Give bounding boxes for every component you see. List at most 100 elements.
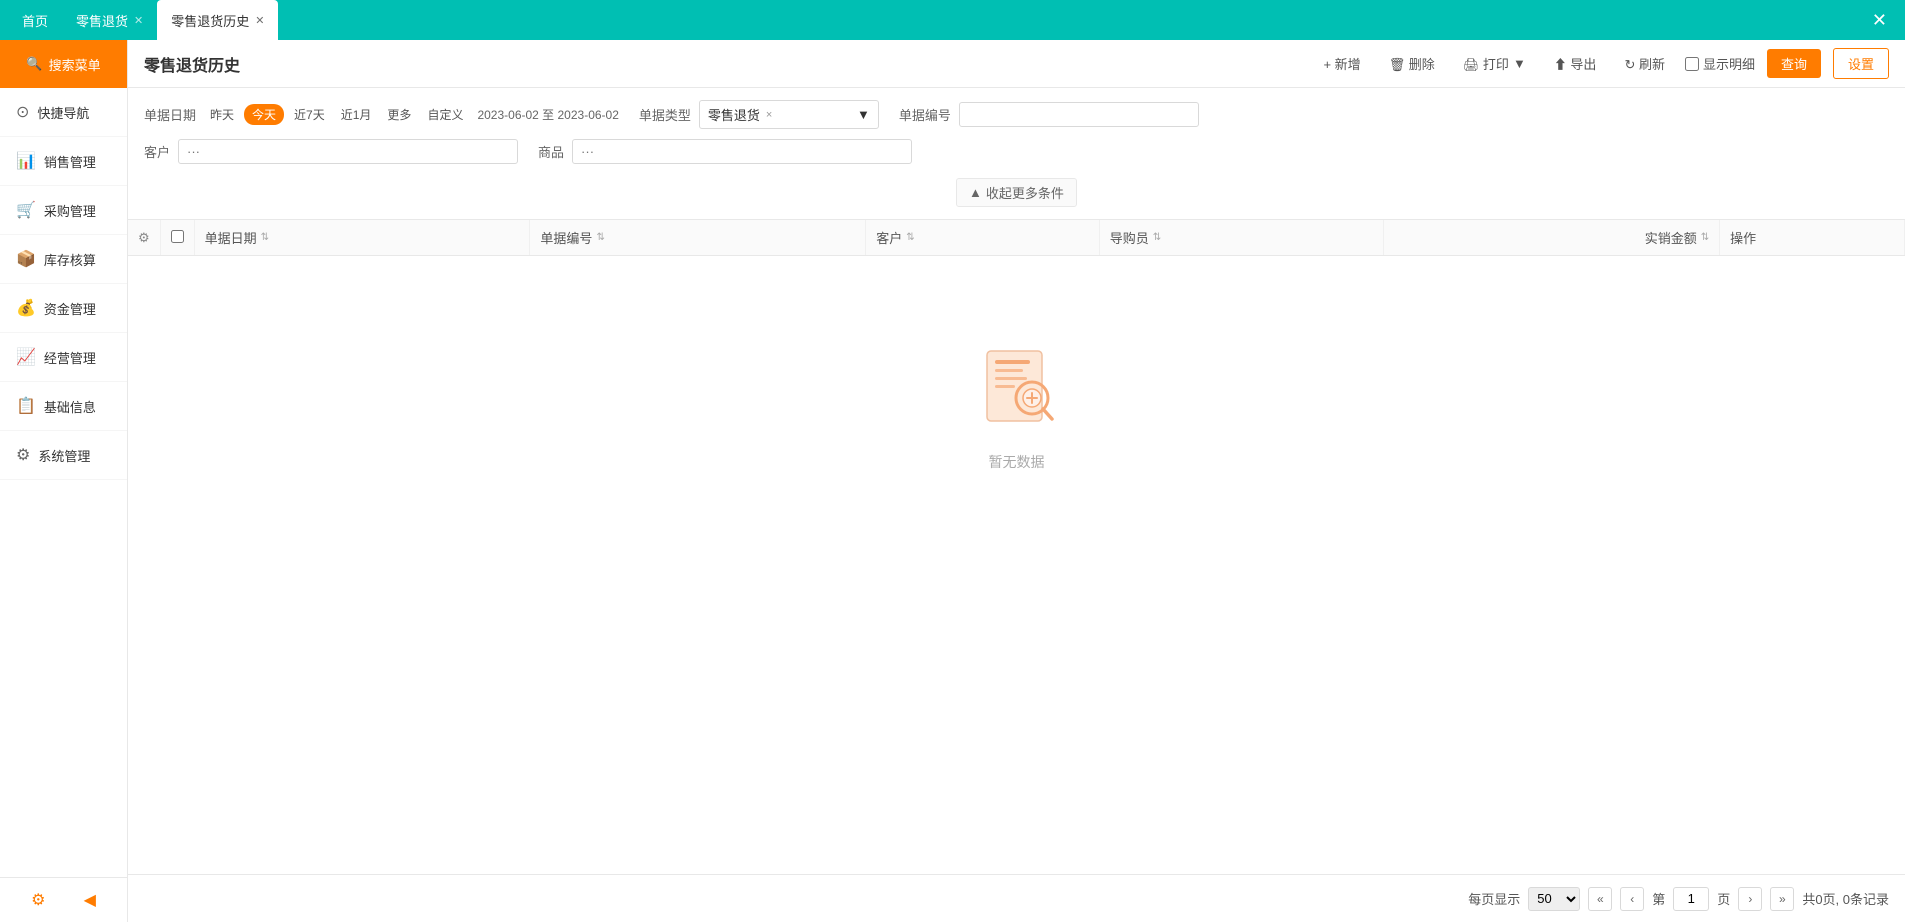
- sidebar-item-quick-nav[interactable]: ⊙ 快捷导航: [0, 88, 127, 137]
- select-all-checkbox[interactable]: [171, 230, 184, 243]
- collapse-row: ▲ 收起更多条件: [144, 174, 1889, 207]
- display-detail-checkbox-label[interactable]: 显示明细: [1685, 54, 1755, 73]
- tab-retail-return[interactable]: 零售退货 ✕: [62, 0, 157, 40]
- th-customer-label: 客户: [876, 228, 902, 247]
- th-doc-date: 单据日期 ⇅: [194, 220, 530, 256]
- sidebar-item-label: 采购管理: [44, 201, 96, 220]
- sidebar-item-label: 系统管理: [38, 446, 90, 465]
- sort-doc-date-icon[interactable]: ⇅: [261, 232, 269, 243]
- date-7days[interactable]: 近7天: [288, 104, 331, 125]
- setting-button[interactable]: 设置: [1833, 48, 1889, 79]
- date-filter-label: 单据日期: [144, 105, 196, 124]
- doc-no-label: 单据编号: [899, 105, 951, 124]
- sales-icon: 📊: [16, 151, 36, 171]
- doc-no-input[interactable]: [959, 102, 1199, 127]
- th-action-label: 操作: [1730, 231, 1756, 246]
- th-checkbox: [160, 220, 194, 256]
- sidebar-item-inventory[interactable]: 📦 库存核算: [0, 235, 127, 284]
- goods-input[interactable]: [572, 139, 912, 164]
- date-range-value: 2023-06-02 至 2023-06-02: [477, 106, 618, 123]
- per-page-select[interactable]: 50 100 200: [1528, 887, 1580, 911]
- main-layout: 🔍 搜索菜单 ⊙ 快捷导航 📊 销售管理 🛒 采购管理 📦 库存核算 💰 资金管…: [0, 40, 1905, 922]
- query-button[interactable]: 查询: [1767, 49, 1821, 78]
- data-table: ⚙ 单据日期 ⇅ 单据编号: [128, 220, 1905, 256]
- sidebar-item-finance[interactable]: 💰 资金管理: [0, 284, 127, 333]
- doc-no-filter: 单据编号: [899, 102, 1199, 127]
- sidebar-item-sales[interactable]: 📊 销售管理: [0, 137, 127, 186]
- page-input[interactable]: [1673, 887, 1709, 911]
- table-header: ⚙ 单据日期 ⇅ 单据编号: [128, 220, 1905, 256]
- total-info: 共0页, 0条记录: [1802, 889, 1889, 908]
- sidebar-settings-button[interactable]: ⚙: [31, 890, 45, 910]
- print-button[interactable]: 🖨 打印 ▼: [1455, 50, 1534, 77]
- operations-icon: 📈: [16, 347, 36, 367]
- sidebar-toggle-button[interactable]: ◀: [84, 890, 96, 910]
- refresh-button[interactable]: ↻ 刷新: [1616, 50, 1673, 77]
- date-today[interactable]: 今天: [244, 104, 284, 125]
- sort-customer-icon[interactable]: ⇅: [906, 232, 914, 243]
- delete-button[interactable]: 🗑 删除: [1381, 50, 1443, 77]
- empty-state: 暂无数据: [128, 256, 1905, 552]
- sidebar-item-operations[interactable]: 📈 经营管理: [0, 333, 127, 382]
- sidebar-item-system[interactable]: ⚙ 系统管理: [0, 431, 127, 480]
- customer-input[interactable]: [178, 139, 518, 164]
- sort-amount-icon[interactable]: ⇅: [1701, 232, 1709, 243]
- date-1month[interactable]: 近1月: [335, 104, 378, 125]
- display-detail-checkbox[interactable]: [1685, 57, 1699, 71]
- sort-doc-no-icon[interactable]: ⇅: [596, 232, 604, 243]
- customer-filter: 客户: [144, 139, 518, 164]
- last-page-button[interactable]: »: [1770, 887, 1794, 911]
- sidebar-item-basic-info[interactable]: 📋 基础信息: [0, 382, 127, 431]
- sidebar: 🔍 搜索菜单 ⊙ 快捷导航 📊 销售管理 🛒 采购管理 📦 库存核算 💰 资金管…: [0, 40, 128, 922]
- date-options: 昨天 今天 近7天 近1月 更多 自定义: [204, 104, 469, 125]
- th-action: 操作: [1720, 220, 1905, 256]
- page-title: 零售退货历史: [144, 52, 240, 76]
- date-yesterday[interactable]: 昨天: [204, 104, 240, 125]
- sidebar-item-purchase[interactable]: 🛒 采购管理: [0, 186, 127, 235]
- th-doc-no: 单据编号 ⇅: [530, 220, 866, 256]
- purchase-icon: 🛒: [16, 200, 36, 220]
- date-custom[interactable]: 自定义: [421, 104, 469, 125]
- th-amount: 实销金额 ⇅: [1384, 220, 1720, 256]
- empty-text: 暂无数据: [989, 452, 1045, 472]
- basic-info-icon: 📋: [16, 396, 36, 416]
- collapse-button[interactable]: ▲ 收起更多条件: [956, 178, 1077, 207]
- print-dropdown-icon: ▼: [1513, 56, 1526, 71]
- doc-type-select[interactable]: 零售退货 × ▼: [699, 100, 879, 129]
- th-settings: ⚙: [128, 220, 160, 256]
- first-page-button[interactable]: «: [1588, 887, 1612, 911]
- gear-icon[interactable]: ⚙: [138, 230, 150, 245]
- collapse-label: 收起更多条件: [986, 183, 1064, 202]
- tab-retail-return-close[interactable]: ✕: [134, 14, 143, 27]
- inventory-icon: 📦: [16, 249, 36, 269]
- sidebar-item-label: 基础信息: [44, 397, 96, 416]
- tab-retail-return-history[interactable]: 零售退货历史 ✕: [157, 0, 278, 40]
- content-area: 零售退货历史 + 新增 🗑 删除 🖨 打印 ▼ ⬆ 导出 ↻ 刷新: [128, 40, 1905, 922]
- sidebar-item-label: 资金管理: [44, 299, 96, 318]
- sidebar-search-label: 搜索菜单: [49, 55, 101, 74]
- goods-filter: 商品: [538, 139, 912, 164]
- collapse-icon: ▲: [969, 185, 982, 200]
- doc-type-tag-close[interactable]: ×: [766, 109, 772, 121]
- next-page-button[interactable]: ›: [1738, 887, 1762, 911]
- search-icon: 🔍: [26, 56, 42, 72]
- tab-home[interactable]: 首页: [8, 0, 62, 40]
- home-icon: ⊙: [16, 102, 29, 122]
- sidebar-item-label: 快捷导航: [37, 103, 89, 122]
- date-more[interactable]: 更多: [381, 104, 417, 125]
- th-doc-no-label: 单据编号: [540, 228, 592, 247]
- sidebar-bottom: ⚙ ◀: [0, 877, 127, 922]
- prev-page-button[interactable]: ‹: [1620, 887, 1644, 911]
- toolbar: + 新增 🗑 删除 🖨 打印 ▼ ⬆ 导出 ↻ 刷新 显示明细: [1315, 48, 1889, 79]
- empty-icon: [967, 336, 1067, 436]
- window-close-button[interactable]: ✕: [1862, 10, 1897, 31]
- doc-type-filter: 单据类型 零售退货 × ▼: [639, 100, 879, 129]
- customer-label: 客户: [144, 142, 170, 161]
- sidebar-search[interactable]: 🔍 搜索菜单: [0, 40, 127, 88]
- new-button[interactable]: + 新增: [1315, 50, 1368, 77]
- sort-guide-icon[interactable]: ⇅: [1153, 232, 1161, 243]
- th-doc-date-label: 单据日期: [205, 228, 257, 247]
- doc-type-label: 单据类型: [639, 105, 691, 124]
- tab-retail-return-history-close[interactable]: ✕: [255, 14, 264, 27]
- export-button[interactable]: ⬆ 导出: [1546, 50, 1605, 77]
